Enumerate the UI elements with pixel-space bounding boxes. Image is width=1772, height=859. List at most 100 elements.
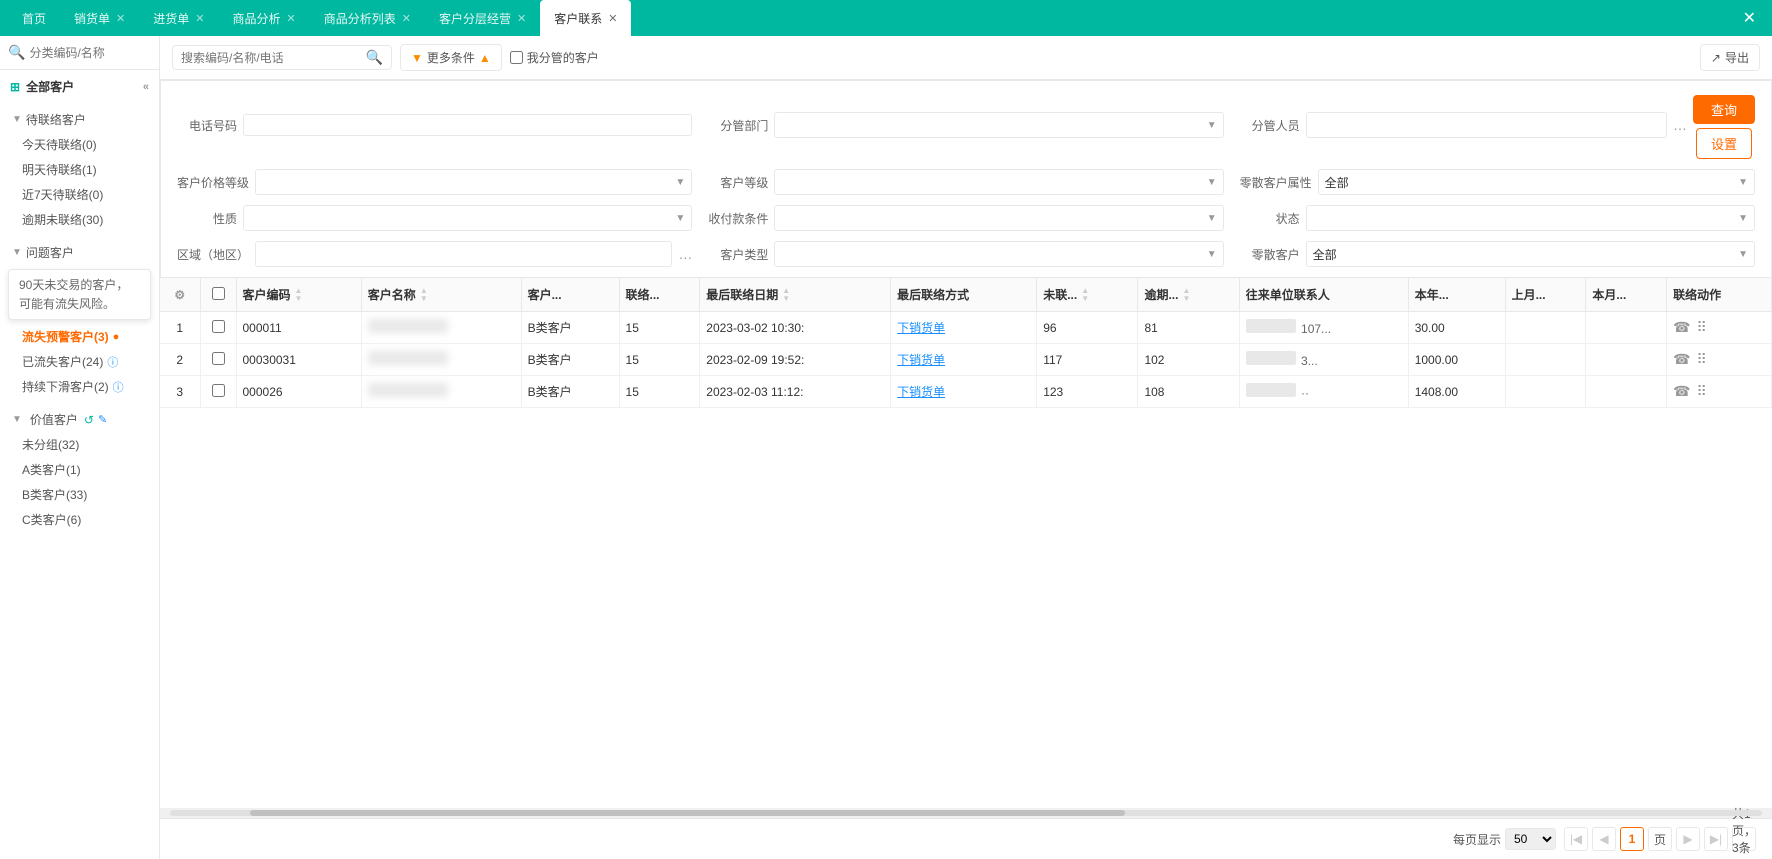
tab-customer-layers[interactable]: 客户分层经营 ✕ xyxy=(425,0,540,36)
filter-nature-select[interactable]: ▼ xyxy=(243,205,692,231)
page-nav: |◀ ◀ 1 页 ▶ ▶| 共1页，3条记录 xyxy=(1564,827,1756,851)
edit-icon[interactable]: ✎ xyxy=(98,413,107,426)
page-next-btn[interactable]: ▶ xyxy=(1676,827,1700,851)
page-size-select[interactable]: 50 20 100 xyxy=(1505,828,1556,850)
tab-purchase-close[interactable]: ✕ xyxy=(195,12,204,25)
sidebar-item-declining[interactable]: 持续下滑客户(2) ⓘ xyxy=(0,374,159,399)
action-more-icon[interactable]: ⠿ xyxy=(1697,319,1707,336)
settings-icon[interactable]: ⚙ xyxy=(174,288,185,302)
refresh-icon[interactable]: ↺ xyxy=(84,413,94,427)
page-first-btn[interactable]: |◀ xyxy=(1564,827,1588,851)
group-value: ▼ 价值客户 ↺ ✎ 未分组(32) A类客户(1) B类客户(33) C类客户… xyxy=(0,403,159,536)
sidebar-search-input[interactable] xyxy=(29,46,151,60)
export-btn[interactable]: ↗ 导出 xyxy=(1700,44,1760,71)
action-more-icon[interactable]: ⠿ xyxy=(1697,383,1707,400)
table-row: 3 000026 B类客户 15 2023-02-03 11:12: 下销货单 … xyxy=(160,376,1772,408)
group-pending-arrow: ▼ xyxy=(12,114,22,125)
page-last-btn[interactable]: ▶| xyxy=(1704,827,1728,851)
filter-retail-customer-select[interactable]: 全部 ▼ xyxy=(1306,241,1755,267)
search-icon[interactable]: 🔍 xyxy=(366,49,383,66)
filter-customer-type-select[interactable]: ▼ xyxy=(774,241,1223,267)
filter-price-grade-select[interactable]: ▼ xyxy=(255,169,692,195)
tab-sales[interactable]: 销货单 ✕ xyxy=(60,0,139,36)
filter-phone-input[interactable] xyxy=(243,114,692,136)
retail-attr-arrow: ▼ xyxy=(1738,177,1748,188)
sidebar-item-a-class[interactable]: A类客户(1) xyxy=(0,457,159,482)
name-sort[interactable]: ▲▼ xyxy=(420,287,428,303)
filter-customer-grade: 客户等级 ▼ xyxy=(708,169,1223,195)
row-last-month xyxy=(1505,312,1586,344)
filter-region-more[interactable]: … xyxy=(678,246,692,262)
row-overdue: 108 xyxy=(1138,376,1239,408)
settings-button[interactable]: 设置 xyxy=(1696,128,1752,159)
row-checkbox[interactable] xyxy=(200,312,236,344)
table-wrap: ⚙ 客户编码 ▲▼ xyxy=(160,278,1772,808)
sidebar-item-ungrouped[interactable]: 未分组(32) xyxy=(0,432,159,457)
row-contact: 15 xyxy=(619,344,700,376)
select-all-checkbox[interactable] xyxy=(212,287,225,300)
filter-dept-select[interactable]: ▼ xyxy=(774,112,1223,138)
horizontal-scrollbar[interactable] xyxy=(160,808,1772,818)
my-customers-checkbox[interactable] xyxy=(510,51,523,64)
group-problem-label[interactable]: ▼ 问题客户 xyxy=(0,240,159,265)
group-pending-label[interactable]: ▼ 待联络客户 xyxy=(0,107,159,132)
row-uncontacted: 96 xyxy=(1037,312,1138,344)
sidebar-item-churn-warning[interactable]: 流失预警客户(3) ● xyxy=(0,324,159,349)
filter-status-select[interactable]: ▼ xyxy=(1306,205,1755,231)
tab-bar: 首页 销货单 ✕ 进货单 ✕ 商品分析 ✕ 商品分析列表 ✕ 客户分层经营 ✕ … xyxy=(0,0,1772,36)
action-more-icon[interactable]: ⠿ xyxy=(1697,351,1707,368)
overdue-sort[interactable]: ▲▼ xyxy=(1182,287,1190,303)
sidebar-item-overdue[interactable]: 逾期未联络(30) xyxy=(0,207,159,232)
row-checkbox[interactable] xyxy=(200,344,236,376)
page-number[interactable]: 1 xyxy=(1620,827,1644,851)
filter-retail-attr-select[interactable]: 全部 ▼ xyxy=(1318,169,1755,195)
retail-customer-arrow: ▼ xyxy=(1738,249,1748,260)
row-actions: ☎ ⠿ xyxy=(1667,376,1772,408)
tab-customer-layers-close[interactable]: ✕ xyxy=(517,12,526,25)
tab-home[interactable]: 首页 xyxy=(8,0,60,36)
sidebar-item-c-class[interactable]: C类客户(6) xyxy=(0,507,159,532)
row-last-method: 下销货单 xyxy=(891,312,1037,344)
th-type: 客户... xyxy=(521,278,619,312)
tab-customer-contact[interactable]: 客户联系 ✕ xyxy=(540,0,631,36)
tab-sales-close[interactable]: ✕ xyxy=(116,12,125,25)
date-sort[interactable]: ▲▼ xyxy=(782,287,790,303)
row-this-month xyxy=(1586,376,1667,408)
row-contact: 15 xyxy=(619,312,700,344)
sidebar-item-7days[interactable]: 近7天待联络(0) xyxy=(0,182,159,207)
code-sort[interactable]: ▲▼ xyxy=(295,287,303,303)
filter-person-select[interactable] xyxy=(1306,112,1667,138)
tab-product-analysis[interactable]: 商品分析 ✕ xyxy=(218,0,309,36)
action-contact-icon[interactable]: ☎ xyxy=(1673,351,1690,368)
uncontacted-sort[interactable]: ▲▼ xyxy=(1081,287,1089,303)
filter-payment-select[interactable]: ▼ xyxy=(774,205,1223,231)
tab-customer-contact-close[interactable]: ✕ xyxy=(608,12,617,25)
tab-product-list[interactable]: 商品分析列表 ✕ xyxy=(310,0,425,36)
sidebar-search-wrap: 🔍 xyxy=(0,36,159,70)
sidebar-item-today[interactable]: 今天待联络(0) xyxy=(0,132,159,157)
search-input[interactable] xyxy=(181,51,362,65)
more-filter-btn[interactable]: ▼ 更多条件 ▲ xyxy=(400,44,502,71)
group-value-label[interactable]: ▼ 价值客户 ↺ ✎ xyxy=(0,407,159,432)
page-prev-btn[interactable]: ◀ xyxy=(1592,827,1616,851)
tab-purchase[interactable]: 进货单 ✕ xyxy=(139,0,218,36)
action-contact-icon[interactable]: ☎ xyxy=(1673,383,1690,400)
tab-product-list-close[interactable]: ✕ xyxy=(402,12,411,25)
scrollbar-thumb[interactable] xyxy=(250,810,1126,816)
sidebar-item-churned[interactable]: 已流失客户(24) ⓘ xyxy=(0,349,159,374)
close-window-icon[interactable]: ✕ xyxy=(1735,8,1764,28)
filter-nature: 性质 ▼ xyxy=(177,205,692,231)
filter-region-select[interactable] xyxy=(255,241,672,267)
row-this-month xyxy=(1586,312,1667,344)
all-customers-header[interactable]: ⊞ 全部客户 « xyxy=(0,70,159,103)
sidebar-item-b-class[interactable]: B类客户(33) xyxy=(0,482,159,507)
filter-person-more[interactable]: … xyxy=(1673,117,1687,133)
th-last-method: 最后联络方式 xyxy=(891,278,1037,312)
row-checkbox[interactable] xyxy=(200,376,236,408)
query-button[interactable]: 查询 xyxy=(1693,95,1755,124)
my-customers-checkbox-label[interactable]: 我分管的客户 xyxy=(510,49,599,66)
sidebar-item-tomorrow[interactable]: 明天待联络(1) xyxy=(0,157,159,182)
action-contact-icon[interactable]: ☎ xyxy=(1673,319,1690,336)
filter-customer-grade-select[interactable]: ▼ xyxy=(774,169,1223,195)
tab-product-analysis-close[interactable]: ✕ xyxy=(287,12,296,25)
